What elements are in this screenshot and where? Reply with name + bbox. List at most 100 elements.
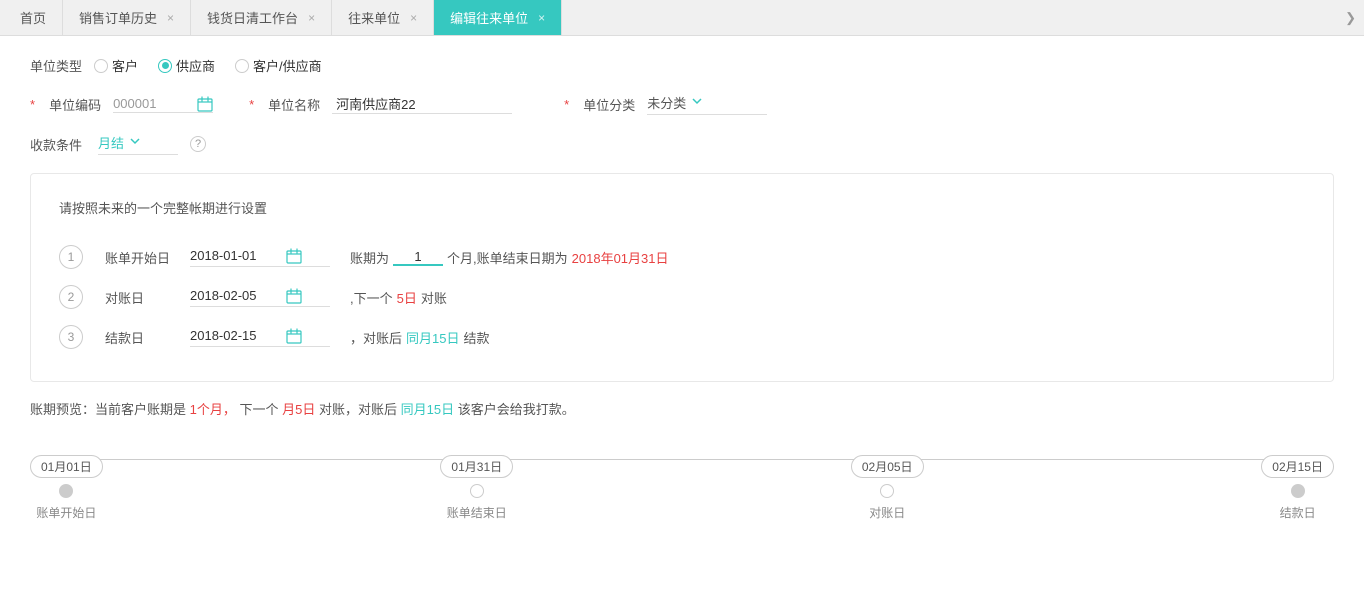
step-3-label: 结款日 [105, 331, 144, 346]
category-chevron-icon [690, 94, 704, 111]
payment-help-icon[interactable]: ? [190, 136, 206, 152]
step-2-label: 对账日 [105, 291, 144, 306]
step-1-num: 1 [59, 245, 83, 269]
step-2-num: 2 [59, 285, 83, 309]
tab-home-label: 首页 [20, 8, 46, 27]
category-required: * [564, 97, 569, 112]
radio-supplier-circle [158, 59, 172, 73]
timeline-badge-1: 01月31日 [440, 455, 513, 478]
step-2-row: 2 对账日 [59, 277, 1305, 317]
preview-reconcile-post: 对账，对账后 [319, 402, 397, 417]
tab-partner-close[interactable]: × [410, 11, 417, 25]
step-1-period-input[interactable] [393, 249, 443, 266]
preview-label: 账期预览：当前客户账期是 [30, 402, 186, 417]
card-title: 请按照未来的一个完整帐期进行设置 [59, 198, 1305, 217]
step-3-highlight: 同月15日 [406, 328, 459, 347]
radio-customer-label: 客户 [112, 56, 138, 75]
timeline-dot-3 [1291, 484, 1305, 498]
step-2-desc: ,下一个 5日 对账 [350, 288, 1295, 307]
unit-code-field[interactable] [113, 96, 213, 113]
step-1-desc-pre: 账期为 [350, 248, 389, 267]
step-2-cal-icon[interactable] [286, 288, 302, 304]
step-1-date-input[interactable] [190, 248, 280, 263]
step-1-label: 账单开始日 [105, 251, 170, 266]
unit-code-icon[interactable] [197, 96, 213, 112]
radio-supplier-label: 供应商 [176, 56, 215, 75]
step-2-desc-post: 对账 [421, 288, 447, 307]
step-3-date-input[interactable] [190, 328, 280, 343]
step-2-desc-pre: ,下一个 [350, 288, 393, 307]
settings-card: 请按照未来的一个完整帐期进行设置 1 账单开始日 [30, 173, 1334, 382]
code-required: * [30, 97, 35, 112]
timeline-node-0: 01月01日 账单开始日 [30, 455, 103, 521]
preview-text: 账期预览：当前客户账期是 1个月， 下一个 月5日 对账，对账后 同月15日 该… [30, 398, 1334, 421]
step-2-date-field[interactable] [190, 288, 330, 307]
unit-code-label: 单位编码 [49, 95, 101, 114]
preview-period: 1个月， [190, 402, 236, 417]
step-2-date-input[interactable] [190, 288, 280, 303]
tab-partner-label: 往来单位 [348, 8, 400, 27]
step-1-desc: 账期为 个月,账单结束日期为 2018年01月31日 [350, 248, 1295, 267]
step-3-desc-post: 结款 [464, 328, 490, 347]
unit-category-label: 单位分类 [583, 95, 635, 114]
step-3-desc-pre: ，对账后 [350, 328, 402, 347]
step-3-date-field[interactable] [190, 328, 330, 347]
step-1-end-date: 2018年01月31日 [572, 248, 669, 267]
radio-customer-circle [94, 59, 108, 73]
timeline-dot-1 [470, 484, 484, 498]
timeline-node-2: 02月05日 对账日 [851, 455, 924, 521]
radio-both[interactable]: 客户/供应商 [235, 56, 322, 75]
timeline: 01月01日 账单开始日 01月31日 账单结束日 02月05日 对账日 02月… [30, 445, 1334, 521]
unit-type-radio-group: 客户 供应商 客户/供应商 [94, 56, 322, 75]
radio-both-circle [235, 59, 249, 73]
payment-value: 月结 [98, 133, 124, 152]
timeline-dot-2 [880, 484, 894, 498]
unit-code-input[interactable] [113, 96, 193, 111]
radio-supplier[interactable]: 供应商 [158, 56, 215, 75]
step-3-cal-icon[interactable] [286, 328, 302, 344]
tabs-bar: 首页 销售订单历史 × 钱货日清工作台 × 往来单位 × 编辑往来单位 × ❯ [0, 0, 1364, 36]
tab-sales-history-close[interactable]: × [167, 11, 174, 25]
timeline-sublabel-2: 对账日 [869, 504, 905, 521]
preview-payment-highlight: 同月15日 [401, 402, 458, 417]
step-3-desc: ，对账后 同月15日 结款 [350, 328, 1295, 347]
unit-category-value: 未分类 [647, 93, 686, 112]
step-1-desc-mid: 个月,账单结束日期为 [447, 248, 568, 267]
unit-name-label: 单位名称 [268, 95, 320, 114]
tab-cash-work-close[interactable]: × [308, 11, 315, 25]
radio-both-label: 客户/供应商 [253, 56, 322, 75]
timeline-node-1: 01月31日 账单结束日 [440, 455, 513, 521]
tab-cash-work[interactable]: 钱货日清工作台 × [191, 0, 332, 35]
step-1-cal-icon[interactable] [286, 248, 302, 264]
payment-chevron-icon [128, 134, 142, 151]
step-2-highlight: 5日 [397, 288, 417, 307]
unit-name-input[interactable] [332, 94, 512, 114]
timeline-node-3: 02月15日 结款日 [1261, 455, 1334, 521]
preview-reconcile-highlight: 月5日 [282, 402, 315, 417]
unit-type-row: 单位类型 客户 供应商 客户/供应商 [30, 56, 1334, 75]
step-1-date-field[interactable] [190, 248, 330, 267]
tab-edit-partner-close[interactable]: × [538, 11, 545, 25]
preview-payment-post: 该客户会给我打款。 [458, 402, 575, 417]
timeline-badge-0: 01月01日 [30, 455, 103, 478]
tab-home[interactable]: 首页 [0, 0, 63, 35]
content-area: 单位类型 客户 供应商 客户/供应商 * 单位编码 [0, 36, 1364, 608]
payment-select[interactable]: 月结 [98, 133, 178, 155]
timeline-badge-2: 02月05日 [851, 455, 924, 478]
tabs-scroll-arrow[interactable]: ❯ [1337, 0, 1364, 35]
name-required: * [249, 97, 254, 112]
tab-sales-history[interactable]: 销售订单历史 × [63, 0, 191, 35]
tab-edit-partner[interactable]: 编辑往来单位 × [434, 0, 562, 35]
tab-sales-history-label: 销售订单历史 [79, 8, 157, 27]
radio-customer[interactable]: 客户 [94, 56, 138, 75]
step-1-row: 1 账单开始日 [59, 237, 1305, 277]
steps-table: 1 账单开始日 [59, 237, 1305, 357]
timeline-sublabel-3: 结款日 [1280, 504, 1316, 521]
tab-edit-partner-label: 编辑往来单位 [450, 8, 528, 27]
preview-reconcile-pre: 下一个 [240, 402, 279, 417]
unit-category-select[interactable]: 未分类 [647, 93, 767, 115]
step-3-row: 3 结款日 [59, 317, 1305, 357]
step-3-num: 3 [59, 325, 83, 349]
payment-label: 收款条件 [30, 135, 82, 154]
tab-partner[interactable]: 往来单位 × [332, 0, 434, 35]
